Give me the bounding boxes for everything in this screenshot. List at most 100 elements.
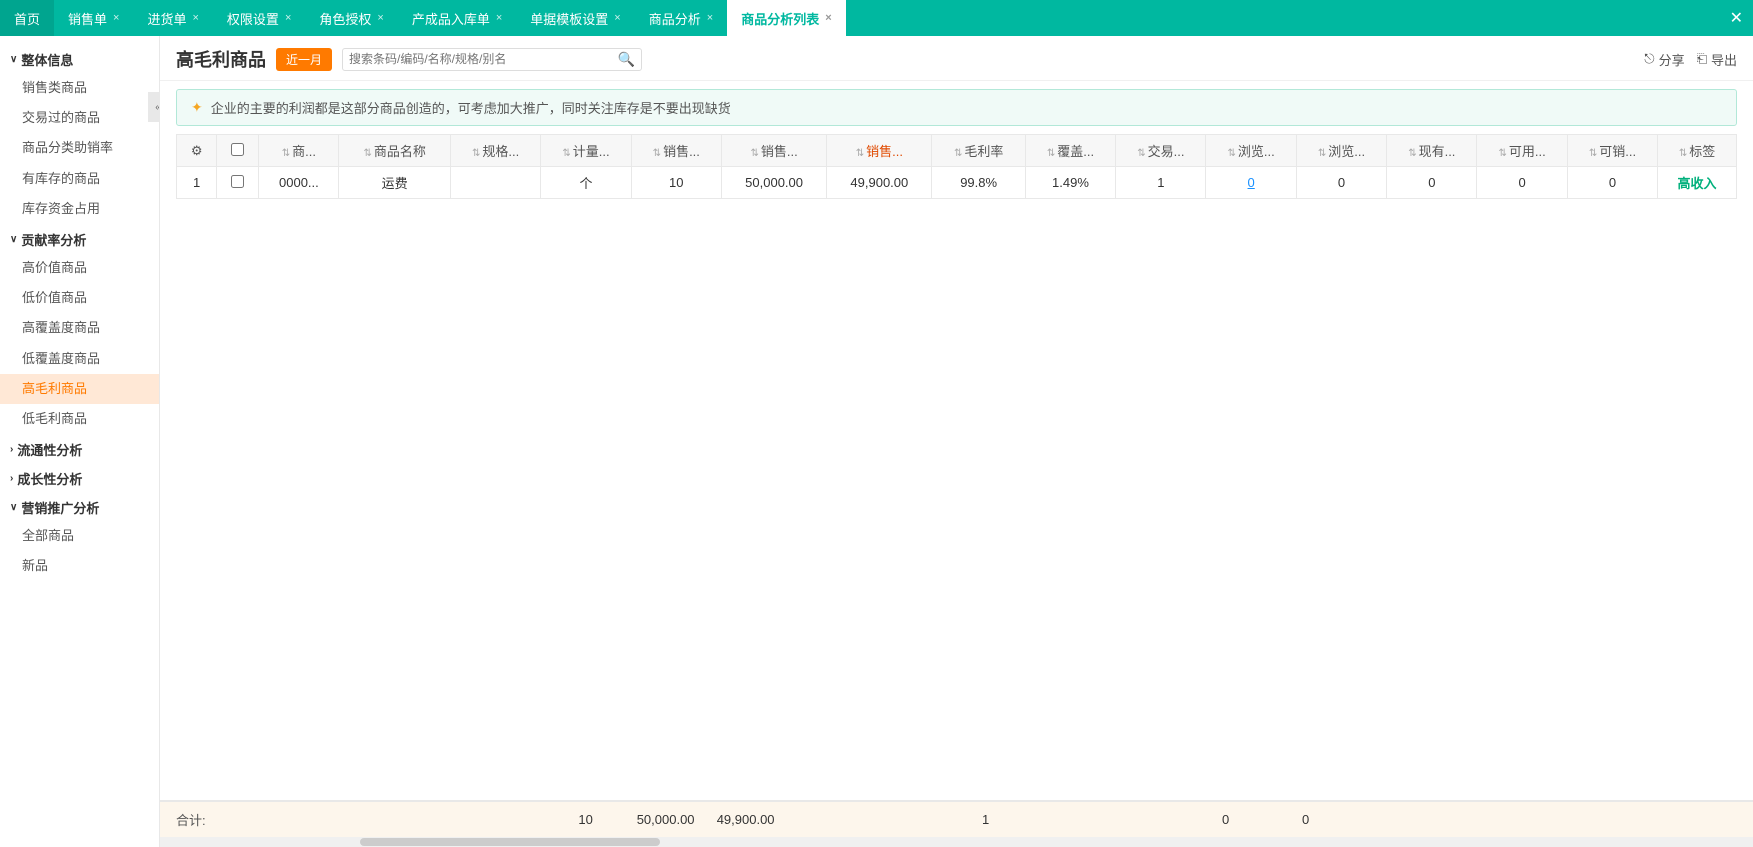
col-tag[interactable]: ⇅标签 — [1658, 135, 1737, 167]
sidebar-item-sales-goods[interactable]: 销售类商品 — [0, 73, 159, 103]
cell-checkbox[interactable] — [217, 167, 259, 199]
table-row: 1 0000... 运费 个 10 50,000.00 49,900.00 99… — [177, 167, 1737, 199]
sidebar-group-contribution[interactable]: ∨ 贡献率分析 — [0, 224, 159, 253]
tab-product-analysis[interactable]: 商品分析 × — [635, 0, 727, 36]
sidebar-item-low-coverage[interactable]: 低覆盖度商品 — [0, 344, 159, 374]
cell-gross-rate: 99.8% — [932, 167, 1025, 199]
table-wrapper: ⚙ ⇅商... ⇅商品名称 ⇅规格... ⇅计量... ⇅销售... ⇅销售..… — [160, 134, 1753, 800]
top-navigation: 首页 销售单 × 进货单 × 权限设置 × 角色授权 × 产成品入库单 × 单据… — [0, 0, 1753, 36]
tab-product-analysis-list[interactable]: 商品分析列表 × — [727, 0, 845, 36]
tab-roles[interactable]: 角色授权 × — [305, 0, 397, 36]
share-button[interactable]: ⎋ 分享 — [1644, 50, 1684, 69]
footer-cell-stock-current: 0 — [1186, 812, 1266, 827]
sidebar-group-liquidity[interactable]: › 流通性分析 — [0, 434, 159, 463]
close-tab-sales[interactable]: × — [113, 12, 119, 24]
sidebar-collapse-button[interactable]: « — [148, 92, 160, 122]
cell-spec — [450, 167, 540, 199]
horizontal-scrollbar[interactable] — [160, 837, 1753, 847]
info-text: 企业的主要的利润都是这部分商品创造的，可考虑加大推广，同时关注库存是不要出现缺货 — [211, 98, 731, 117]
col-sales-cost[interactable]: ⇅销售... — [827, 135, 932, 167]
col-gross-rate[interactable]: ⇅毛利率 — [932, 135, 1025, 167]
sidebar-item-traded-goods[interactable]: 交易过的商品 — [0, 103, 159, 133]
sidebar-item-stock-capital[interactable]: 库存资金占用 — [0, 194, 159, 224]
sidebar-item-low-margin[interactable]: 低毛利商品 — [0, 404, 159, 434]
footer-values: 10 50,000.00 49,900.00 1 0 0 — [226, 812, 1737, 827]
sidebar-group-growth[interactable]: › 成长性分析 — [0, 463, 159, 492]
close-tab-roles[interactable]: × — [377, 12, 383, 24]
close-tab-template[interactable]: × — [614, 12, 620, 24]
cell-sales-amount: 50,000.00 — [721, 167, 826, 199]
select-all-checkbox[interactable] — [231, 143, 244, 156]
content-area: 高毛利商品 近一月 🔍 ⎋ 分享 ⎗ 导出 ✦ 企业的主要的利润都是这部分商品创… — [160, 36, 1753, 847]
col-views1[interactable]: ⇅浏览... — [1206, 135, 1296, 167]
cell-no: 1 — [177, 167, 217, 199]
footer-cell-sales-qty: 10 — [546, 812, 626, 827]
group-arrow-liquidity: › — [10, 444, 13, 455]
tab-finished-goods[interactable]: 产成品入库单 × — [398, 0, 516, 36]
sidebar-item-low-value[interactable]: 低价值商品 — [0, 283, 159, 313]
filter-recent-month-button[interactable]: 近一月 — [276, 48, 332, 71]
info-banner: ✦ 企业的主要的利润都是这部分商品创造的，可考虑加大推广，同时关注库存是不要出现… — [176, 89, 1737, 126]
col-stock-saleable[interactable]: ⇅可销... — [1567, 135, 1657, 167]
close-all-tabs-icon[interactable]: ✕ — [1730, 8, 1743, 28]
col-stock-current[interactable]: ⇅现有... — [1387, 135, 1477, 167]
sidebar-group-overall[interactable]: ∨ 整体信息 — [0, 44, 159, 73]
col-spec[interactable]: ⇅规格... — [450, 135, 540, 167]
col-unit[interactable]: ⇅计量... — [541, 135, 631, 167]
header-actions: ⎋ 分享 ⎗ 导出 — [1644, 50, 1737, 69]
scrollbar-thumb[interactable] — [360, 838, 660, 846]
footer-cell-sales-amount: 50,000.00 — [626, 812, 706, 827]
footer-cell-sales-cost: 49,900.00 — [706, 812, 786, 827]
group-arrow-overall: ∨ — [10, 54, 17, 65]
col-checkbox[interactable] — [217, 135, 259, 167]
cell-stock-saleable: 0 — [1567, 167, 1657, 199]
footer-cell-stock-available: 0 — [1266, 812, 1346, 827]
sidebar-item-high-margin[interactable]: 高毛利商品 — [0, 374, 159, 404]
group-arrow-contribution: ∨ — [10, 234, 17, 245]
sidebar-item-all-goods[interactable]: 全部商品 — [0, 521, 159, 551]
sidebar: « ∨ 整体信息 销售类商品 交易过的商品 商品分类助销率 有库存的商品 库存资… — [0, 36, 160, 847]
search-icon[interactable]: 🔍 — [618, 51, 635, 68]
tab-template[interactable]: 单据模板设置 × — [516, 0, 634, 36]
col-coverage[interactable]: ⇅覆盖... — [1025, 135, 1115, 167]
export-button[interactable]: ⎗ 导出 — [1697, 50, 1737, 69]
col-sales-amount[interactable]: ⇅销售... — [721, 135, 826, 167]
tab-purchase[interactable]: 进货单 × — [133, 0, 212, 36]
close-tab-finished-goods[interactable]: × — [496, 12, 502, 24]
cell-name: 运费 — [339, 167, 451, 199]
group-arrow-growth: › — [10, 473, 13, 484]
col-name[interactable]: ⇅商品名称 — [339, 135, 451, 167]
cell-tag: 高收入 — [1658, 167, 1737, 199]
cell-code: 0000... — [259, 167, 339, 199]
col-code[interactable]: ⇅商... — [259, 135, 339, 167]
sidebar-item-high-value[interactable]: 高价值商品 — [0, 253, 159, 283]
col-settings[interactable]: ⚙ — [177, 135, 217, 167]
sidebar-item-category-rate[interactable]: 商品分类助销率 — [0, 133, 159, 163]
footer-cell-empty7 — [1026, 812, 1106, 827]
cell-sales-cost: 49,900.00 — [827, 167, 932, 199]
footer-cell-empty5 — [786, 812, 866, 827]
tab-sales-order[interactable]: 销售单 × — [54, 0, 133, 36]
sidebar-item-in-stock[interactable]: 有库存的商品 — [0, 164, 159, 194]
page-title: 高毛利商品 — [176, 46, 266, 72]
footer-label: 合计: — [176, 810, 206, 829]
col-transactions[interactable]: ⇅交易... — [1116, 135, 1206, 167]
col-sales-qty[interactable]: ⇅销售... — [631, 135, 721, 167]
footer-total-row: 合计: 10 50,000.00 49,900.00 1 0 0 — [160, 800, 1753, 837]
sidebar-item-new-goods[interactable]: 新品 — [0, 551, 159, 581]
tab-permissions[interactable]: 权限设置 × — [213, 0, 305, 36]
close-tab-purchase[interactable]: × — [192, 12, 198, 24]
cell-views1[interactable]: 0 — [1206, 167, 1296, 199]
close-tab-permissions[interactable]: × — [285, 12, 291, 24]
close-tab-product-analysis-list[interactable]: × — [825, 12, 831, 24]
tab-home[interactable]: 首页 — [0, 0, 54, 36]
col-stock-available[interactable]: ⇅可用... — [1477, 135, 1567, 167]
close-tab-product-analysis[interactable]: × — [707, 12, 713, 24]
search-input[interactable] — [349, 52, 614, 66]
row-checkbox[interactable] — [231, 175, 244, 188]
col-views2[interactable]: ⇅浏览... — [1296, 135, 1386, 167]
sidebar-group-marketing[interactable]: ∨ 营销推广分析 — [0, 492, 159, 521]
footer-cell-empty1 — [226, 812, 306, 827]
sidebar-item-high-coverage[interactable]: 高覆盖度商品 — [0, 313, 159, 343]
search-box[interactable]: 🔍 — [342, 48, 642, 71]
